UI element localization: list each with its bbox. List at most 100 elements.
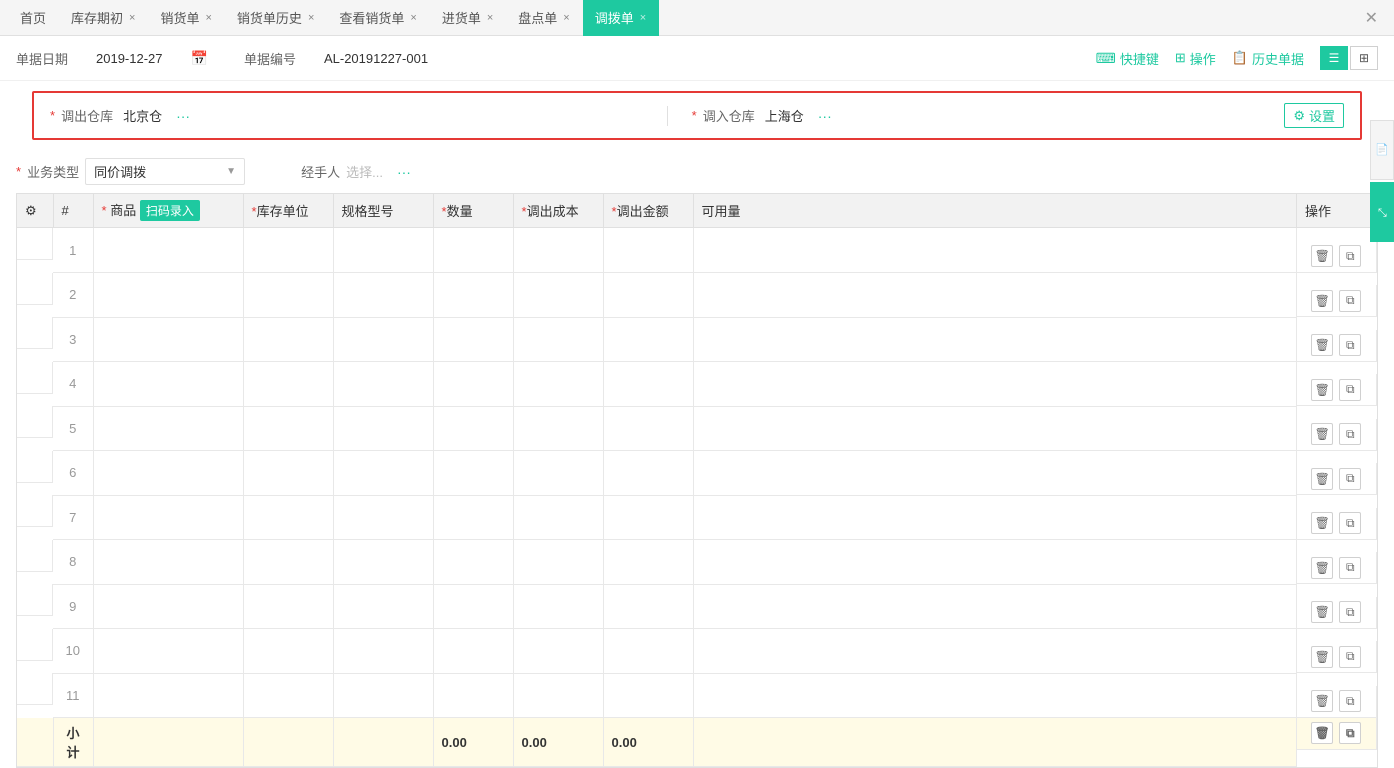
- row-delete-btn-9[interactable]: 🗑: [1311, 601, 1333, 623]
- row-amount-9[interactable]: [603, 584, 693, 629]
- row-qty-2[interactable]: [433, 273, 513, 318]
- row-spec-6[interactable]: [333, 451, 433, 496]
- row-delete-btn-2[interactable]: 🗑: [1311, 290, 1333, 312]
- row-amount-2[interactable]: [603, 273, 693, 318]
- row-spec-10[interactable]: [333, 629, 433, 674]
- card-view-btn[interactable]: ⊞: [1350, 46, 1378, 70]
- tab-view-sales[interactable]: 查看销货单 ×: [327, 0, 429, 36]
- tab-sales-order[interactable]: 销货单 ×: [148, 0, 224, 36]
- th-settings[interactable]: ⚙: [17, 194, 53, 228]
- shortcuts-btn[interactable]: ⌨ 快捷键: [1096, 49, 1159, 68]
- row-qty-9[interactable]: [433, 584, 513, 629]
- row-qty-5[interactable]: [433, 406, 513, 451]
- row-amount-10[interactable]: [603, 629, 693, 674]
- row-copy-btn-5[interactable]: ⧉: [1339, 423, 1361, 445]
- tab-sales-order-close[interactable]: ×: [205, 12, 211, 24]
- tab-inventory-init-close[interactable]: ×: [129, 12, 135, 24]
- scan-btn[interactable]: 扫码录入: [140, 200, 200, 221]
- row-product-1[interactable]: [93, 228, 243, 273]
- row-qty-7[interactable]: [433, 495, 513, 540]
- row-cost-8[interactable]: [513, 540, 603, 585]
- row-unit-9[interactable]: [243, 584, 333, 629]
- in-warehouse-value[interactable]: 上海仓: [765, 106, 804, 125]
- tab-purchase-order-close[interactable]: ×: [487, 12, 493, 24]
- row-spec-9[interactable]: [333, 584, 433, 629]
- out-warehouse-value[interactable]: 北京仓: [123, 106, 162, 125]
- tab-inventory-check-close[interactable]: ×: [563, 12, 569, 24]
- row-copy-btn-9[interactable]: ⧉: [1339, 601, 1361, 623]
- tab-view-sales-close[interactable]: ×: [410, 12, 416, 24]
- row-copy-btn-3[interactable]: ⧉: [1339, 334, 1361, 356]
- row-product-3[interactable]: [93, 317, 243, 362]
- tab-sales-history[interactable]: 销货单历史 ×: [225, 0, 327, 36]
- subtotal-copy-btn[interactable]: ⧉: [1339, 722, 1361, 744]
- row-delete-btn-3[interactable]: 🗑: [1311, 334, 1333, 356]
- row-delete-btn-1[interactable]: 🗑: [1311, 245, 1333, 267]
- row-unit-7[interactable]: [243, 495, 333, 540]
- row-spec-5[interactable]: [333, 406, 433, 451]
- row-delete-btn-4[interactable]: 🗑: [1311, 379, 1333, 401]
- row-unit-4[interactable]: [243, 362, 333, 407]
- setting-button[interactable]: ⚙ 设置: [1284, 103, 1344, 128]
- row-qty-11[interactable]: [433, 673, 513, 718]
- row-amount-8[interactable]: [603, 540, 693, 585]
- tab-purchase-order[interactable]: 进货单 ×: [430, 0, 506, 36]
- row-unit-3[interactable]: [243, 317, 333, 362]
- row-cost-9[interactable]: [513, 584, 603, 629]
- row-copy-btn-10[interactable]: ⧉: [1339, 646, 1361, 668]
- row-delete-btn-6[interactable]: 🗑: [1311, 468, 1333, 490]
- row-amount-7[interactable]: [603, 495, 693, 540]
- row-product-7[interactable]: [93, 495, 243, 540]
- row-product-2[interactable]: [93, 273, 243, 318]
- row-spec-3[interactable]: [333, 317, 433, 362]
- expand-btn[interactable]: ⤢: [1370, 182, 1394, 242]
- contact-input[interactable]: 选择...: [346, 162, 383, 181]
- row-spec-4[interactable]: [333, 362, 433, 407]
- row-cost-10[interactable]: [513, 629, 603, 674]
- row-cost-7[interactable]: [513, 495, 603, 540]
- row-spec-11[interactable]: [333, 673, 433, 718]
- row-qty-10[interactable]: [433, 629, 513, 674]
- row-spec-7[interactable]: [333, 495, 433, 540]
- row-amount-11[interactable]: [603, 673, 693, 718]
- row-qty-6[interactable]: [433, 451, 513, 496]
- calendar-icon[interactable]: 📅: [191, 50, 208, 67]
- tab-sales-history-close[interactable]: ×: [308, 12, 314, 24]
- row-spec-8[interactable]: [333, 540, 433, 585]
- list-view-btn[interactable]: ☰: [1320, 46, 1348, 70]
- out-warehouse-more[interactable]: ···: [176, 108, 190, 124]
- date-value[interactable]: 2019-12-27: [96, 51, 163, 66]
- row-product-9[interactable]: [93, 584, 243, 629]
- row-delete-btn-5[interactable]: 🗑: [1311, 423, 1333, 445]
- in-warehouse-more[interactable]: ···: [818, 108, 832, 124]
- row-unit-5[interactable]: [243, 406, 333, 451]
- tab-inventory-check[interactable]: 盘点单 ×: [506, 0, 582, 36]
- row-unit-1[interactable]: [243, 228, 333, 273]
- history-btn[interactable]: 📋 历史单据: [1232, 49, 1304, 68]
- row-product-10[interactable]: [93, 629, 243, 674]
- row-amount-6[interactable]: [603, 451, 693, 496]
- row-cost-6[interactable]: [513, 451, 603, 496]
- tab-transfer-order-close[interactable]: ×: [640, 12, 646, 24]
- row-product-6[interactable]: [93, 451, 243, 496]
- row-delete-btn-10[interactable]: 🗑: [1311, 646, 1333, 668]
- row-product-8[interactable]: [93, 540, 243, 585]
- row-copy-btn-8[interactable]: ⧉: [1339, 557, 1361, 579]
- row-unit-2[interactable]: [243, 273, 333, 318]
- row-product-5[interactable]: [93, 406, 243, 451]
- business-type-select[interactable]: 同价调拨 ▼: [85, 158, 245, 185]
- tab-inventory-init[interactable]: 库存期初 ×: [59, 0, 148, 36]
- row-amount-4[interactable]: [603, 362, 693, 407]
- row-amount-1[interactable]: [603, 228, 693, 273]
- row-unit-10[interactable]: [243, 629, 333, 674]
- row-copy-btn-4[interactable]: ⧉: [1339, 379, 1361, 401]
- row-cost-2[interactable]: [513, 273, 603, 318]
- row-cost-11[interactable]: [513, 673, 603, 718]
- row-cost-3[interactable]: [513, 317, 603, 362]
- row-qty-8[interactable]: [433, 540, 513, 585]
- row-amount-5[interactable]: [603, 406, 693, 451]
- row-unit-6[interactable]: [243, 451, 333, 496]
- row-cost-5[interactable]: [513, 406, 603, 451]
- row-copy-btn-6[interactable]: ⧉: [1339, 468, 1361, 490]
- row-copy-btn-11[interactable]: ⧉: [1339, 690, 1361, 712]
